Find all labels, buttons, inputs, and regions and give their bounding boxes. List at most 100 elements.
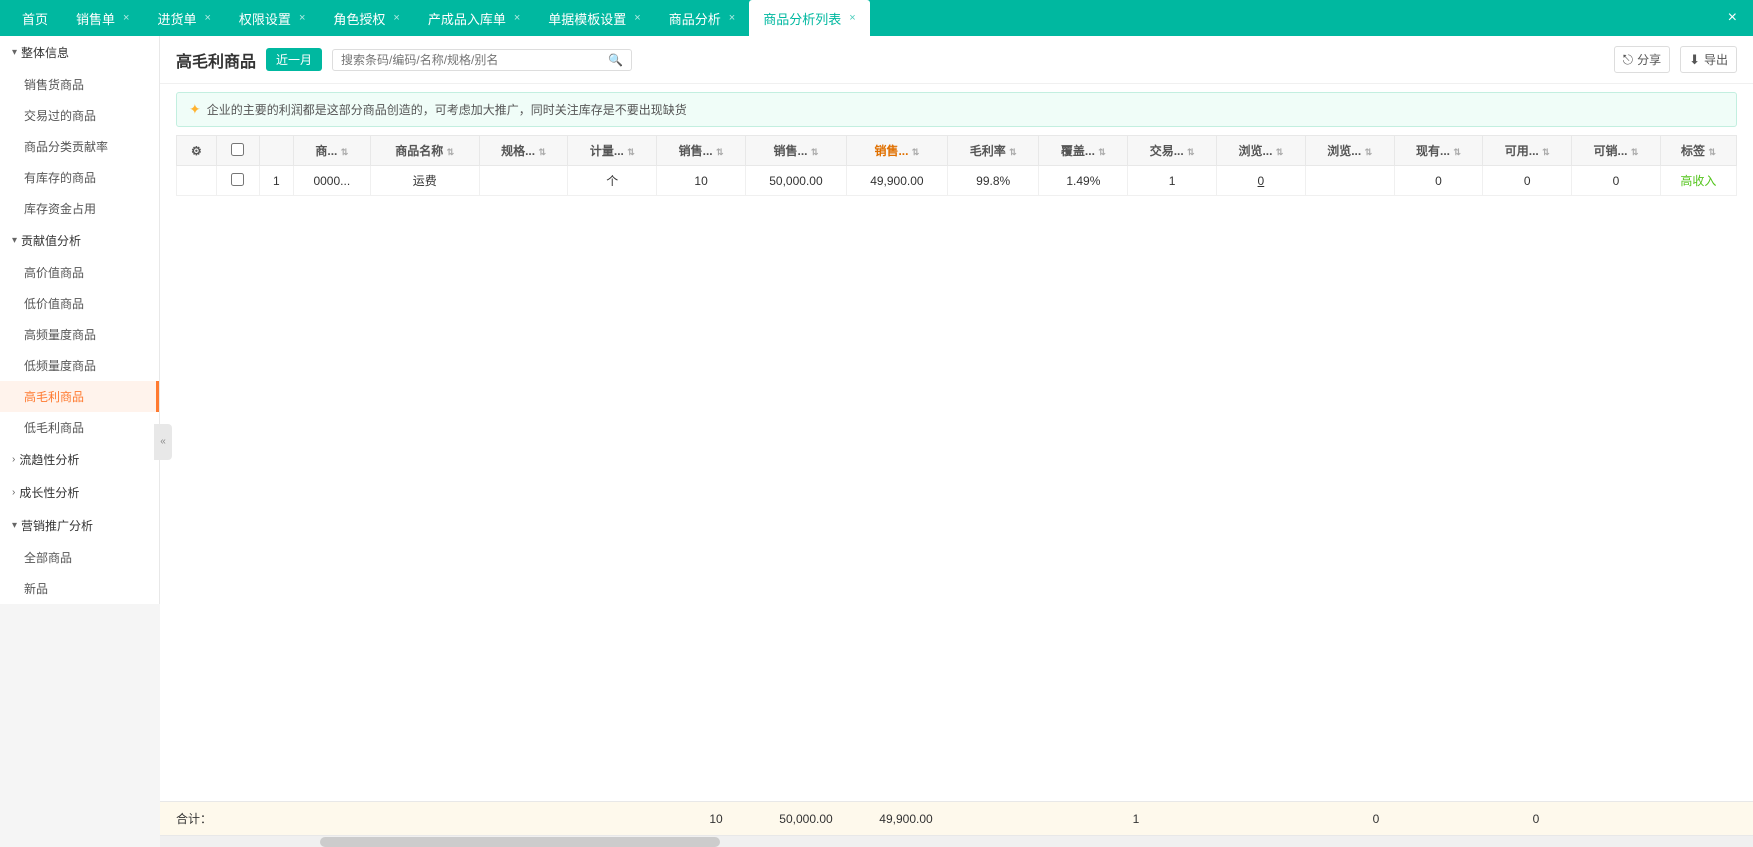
col-code[interactable]: 商... ⇅	[293, 136, 370, 166]
col-coverage[interactable]: 覆盖... ⇅	[1039, 136, 1128, 166]
col-browse2[interactable]: 浏览... ⇅	[1305, 136, 1394, 166]
nav-tab-permission-setting[interactable]: 权限设置 ×	[225, 0, 319, 36]
sidebar-item-stock-capital[interactable]: 库存资金占用	[0, 193, 159, 224]
col-settings[interactable]: ⚙	[177, 136, 217, 166]
sidebar-item-high-value-goods[interactable]: 高价值商品	[0, 257, 159, 288]
table-header-row: ⚙ 商... ⇅ 商品名称 ⇅ 规格... ⇅ 计量... ⇅ 销售... ⇅ …	[177, 136, 1737, 166]
sidebar-item-sales-goods[interactable]: 销售货商品	[0, 69, 159, 100]
chevron-right-icon: ›	[12, 487, 15, 498]
cell-checkbox	[216, 166, 259, 196]
col-available1[interactable]: 现有... ⇅	[1394, 136, 1483, 166]
banner-text: 企业的主要的利润都是这部分商品创造的，可考虑加大推广，同时关注库存是不要出现缺货	[207, 101, 687, 118]
row-checkbox[interactable]	[231, 173, 244, 186]
footer-sales-amount: 50,000.00	[756, 812, 856, 826]
col-sellable[interactable]: 可销... ⇅	[1572, 136, 1661, 166]
sidebar-group-trend[interactable]: › 流趋性分析	[0, 443, 159, 476]
table-row: 1 0000... 运费 个 10 50,000.00 49,900.00 99…	[177, 166, 1737, 196]
col-tag[interactable]: 标签 ⇅	[1660, 136, 1736, 166]
col-browse1[interactable]: 浏览... ⇅	[1217, 136, 1306, 166]
sidebar-item-high-margin-goods[interactable]: 高毛利商品	[0, 381, 159, 412]
sidebar-item-traded-goods[interactable]: 交易过的商品	[0, 100, 159, 131]
close-icon[interactable]: ×	[849, 12, 855, 24]
time-filter-button[interactable]: 近一月	[266, 48, 322, 71]
col-name[interactable]: 商品名称 ⇅	[370, 136, 479, 166]
horizontal-scrollbar[interactable]	[160, 835, 1753, 847]
col-available2[interactable]: 可用... ⇅	[1483, 136, 1572, 166]
close-icon[interactable]: ×	[123, 12, 129, 24]
cell-available1: 0	[1394, 166, 1483, 196]
search-icon[interactable]: 🔍	[608, 53, 623, 67]
col-spec[interactable]: 规格... ⇅	[479, 136, 568, 166]
data-table: ⚙ 商... ⇅ 商品名称 ⇅ 规格... ⇅ 计量... ⇅ 销售... ⇅ …	[176, 135, 1737, 196]
nav-tab-order-template[interactable]: 单据模板设置 ×	[534, 0, 654, 36]
sidebar-item-low-value-goods[interactable]: 低价值商品	[0, 288, 159, 319]
nav-tab-purchase[interactable]: 进货单 ×	[143, 0, 224, 36]
cell-unit: 个	[568, 166, 657, 196]
cell-margin-rate: 99.8%	[947, 166, 1039, 196]
nav-tab-product-analysis-list[interactable]: 商品分析列表 ×	[749, 0, 869, 36]
col-sales-amount[interactable]: 销售... ⇅	[745, 136, 846, 166]
close-icon[interactable]: ×	[514, 12, 520, 24]
cell-sales-qty: 10	[657, 166, 746, 196]
cell-coverage: 1.49%	[1039, 166, 1128, 196]
close-all-button[interactable]: ×	[1720, 9, 1745, 27]
footer-sales-profit: 49,900.00	[856, 812, 956, 826]
total-label: 合计：	[176, 810, 256, 827]
footer-sellable: 0	[1496, 812, 1576, 826]
cell-code: 0000...	[293, 166, 370, 196]
sidebar-item-high-freq-goods[interactable]: 高频量度商品	[0, 319, 159, 350]
sidebar-group-growth[interactable]: › 成长性分析	[0, 476, 159, 509]
nav-tab-role-permission[interactable]: 角色授权 ×	[319, 0, 413, 36]
cell-available2: 0	[1483, 166, 1572, 196]
content-header: 高毛利商品 近一月 🔍 ⎋ 分享 ⬇ 导出	[160, 36, 1753, 84]
cell-browse1[interactable]: 0	[1217, 166, 1306, 196]
cell-sales-profit: 49,900.00	[846, 166, 947, 196]
close-icon[interactable]: ×	[299, 12, 305, 24]
share-button[interactable]: ⎋ 分享	[1614, 46, 1670, 73]
cell-settings	[177, 166, 217, 196]
col-unit[interactable]: 计量... ⇅	[568, 136, 657, 166]
sidebar: ▾ 整体信息 销售货商品 交易过的商品 商品分类贡献率 有库存的商品 库存资金占…	[0, 36, 160, 604]
top-navigation: 首页 销售单 × 进货单 × 权限设置 × 角色授权 × 产成品入库单 × 单据…	[0, 0, 1753, 36]
scrollbar-thumb[interactable]	[320, 837, 720, 847]
col-sales-profit[interactable]: 销售... ⇅	[846, 136, 947, 166]
col-margin-rate[interactable]: 毛利率 ⇅	[947, 136, 1039, 166]
col-trade[interactable]: 交易... ⇅	[1128, 136, 1217, 166]
footer-trade: 1	[1096, 812, 1176, 826]
sidebar-item-in-stock-goods[interactable]: 有库存的商品	[0, 162, 159, 193]
tip-icon: ✦	[189, 101, 201, 118]
footer-total: 合计： 10 50,000.00 49,900.00 1 0	[160, 801, 1753, 835]
sidebar-group-marketing[interactable]: ▾ 营销推广分析	[0, 509, 159, 542]
sidebar-item-all-goods[interactable]: 全部商品	[0, 542, 159, 573]
table-wrapper: ⚙ 商... ⇅ 商品名称 ⇅ 规格... ⇅ 计量... ⇅ 销售... ⇅ …	[160, 135, 1753, 801]
close-icon[interactable]: ×	[729, 12, 735, 24]
footer-sales-qty: 10	[676, 812, 756, 826]
sidebar-item-new-goods[interactable]: 新品	[0, 573, 159, 604]
nav-tab-product-analysis[interactable]: 商品分析 ×	[655, 0, 749, 36]
sidebar-item-goods-contrib-rate[interactable]: 商品分类贡献率	[0, 131, 159, 162]
export-icon: ⬇	[1689, 52, 1700, 68]
close-icon[interactable]: ×	[634, 12, 640, 24]
col-seq	[259, 136, 293, 166]
cell-trade: 1	[1128, 166, 1217, 196]
nav-tab-home[interactable]: 首页	[8, 0, 62, 36]
export-button[interactable]: ⬇ 导出	[1680, 46, 1737, 73]
close-icon[interactable]: ×	[393, 12, 399, 24]
sidebar-group-financial[interactable]: ▾ 贡献值分析	[0, 224, 159, 257]
col-sales-qty[interactable]: 销售... ⇅	[657, 136, 746, 166]
close-icon[interactable]: ×	[204, 12, 210, 24]
sidebar-toggle-button[interactable]: «	[154, 424, 172, 460]
share-icon: ⎋	[1623, 52, 1633, 68]
sidebar-item-low-freq-goods[interactable]: 低频量度商品	[0, 350, 159, 381]
cell-browse2	[1305, 166, 1394, 196]
sidebar-group-overall[interactable]: ▾ 整体信息	[0, 36, 159, 69]
nav-tab-sales[interactable]: 销售单 ×	[62, 0, 143, 36]
select-all-checkbox[interactable]	[231, 143, 244, 156]
sidebar-item-low-margin-goods[interactable]: 低毛利商品	[0, 412, 159, 443]
search-input[interactable]	[341, 53, 604, 67]
nav-tab-product-entry[interactable]: 产成品入库单 ×	[414, 0, 534, 36]
chevron-down-icon: ▾	[12, 235, 17, 246]
chevron-down-icon: ▾	[12, 47, 17, 58]
chevron-down-icon: ▾	[12, 520, 17, 531]
cell-tag: 高收入	[1660, 166, 1736, 196]
